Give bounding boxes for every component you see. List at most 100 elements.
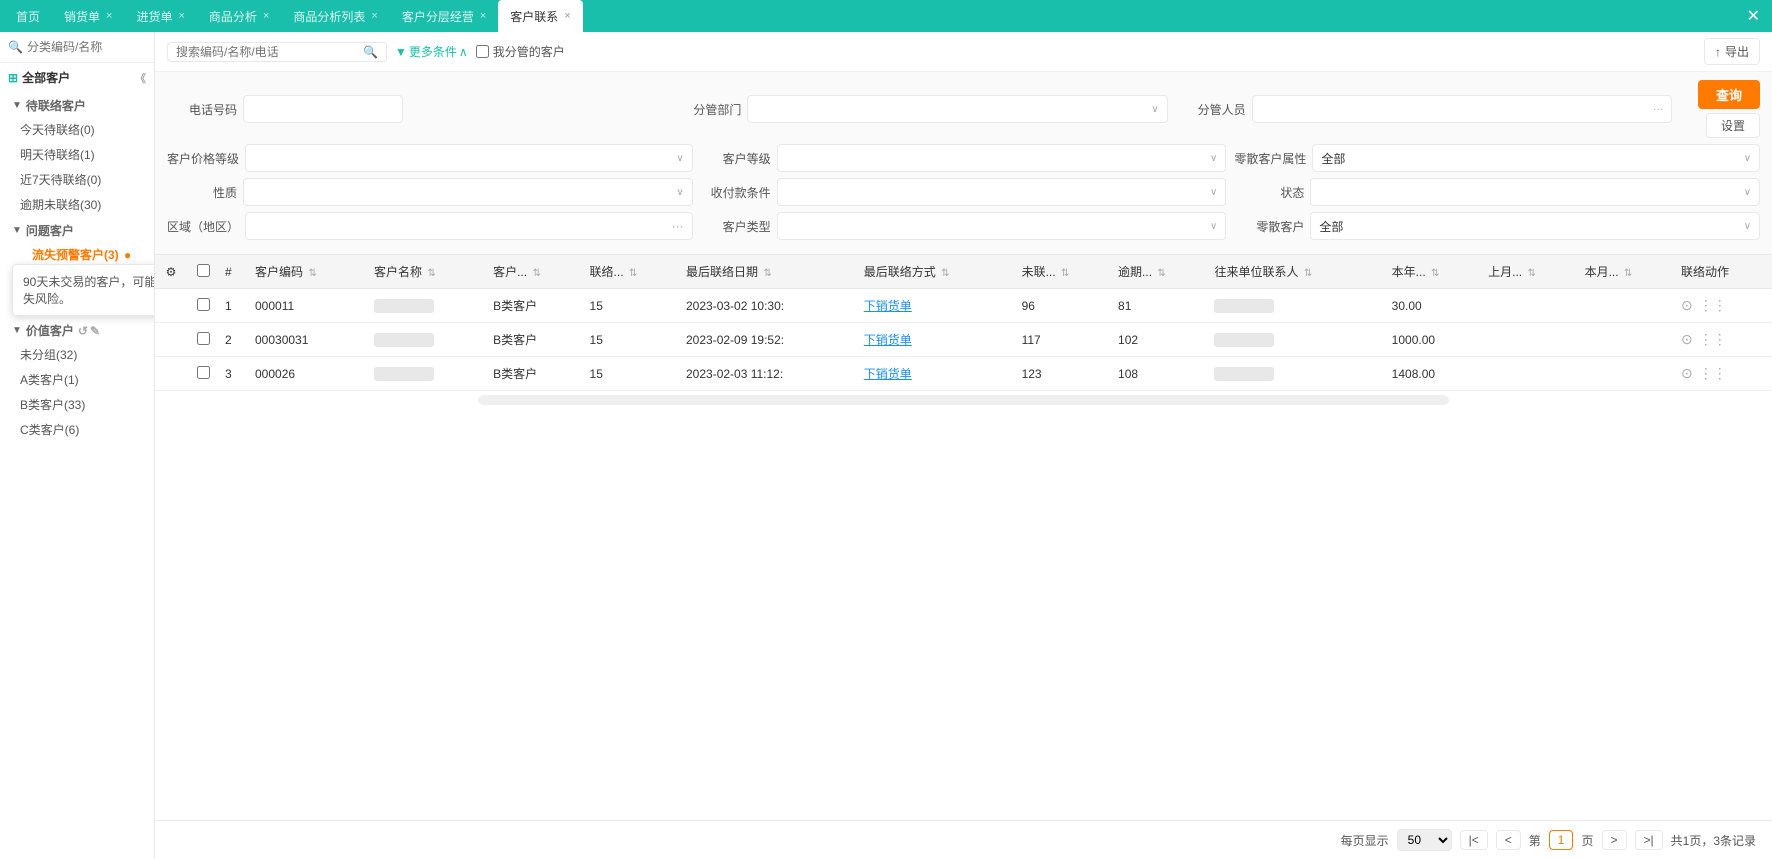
cell-last-date-1: 2023-02-09 19:52: [680,323,858,357]
action-menu-icon-1[interactable]: ⋮⋮ [1699,331,1727,348]
cell-settings-1 [155,323,187,357]
search-icon[interactable]: 🔍 [363,45,378,59]
col-type[interactable]: 客户... ⇅ [487,255,583,289]
action-link-icon-0[interactable]: ⊙ [1681,297,1693,314]
more-conditions-button[interactable]: ▼ 更多条件 ∧ [395,43,468,60]
sidebar-item-overdue[interactable]: 逾期未联络(30) [0,192,154,217]
tab-home[interactable]: 首页 [4,0,52,32]
cell-this-year-2: 1408.00 [1386,357,1482,391]
sidebar-item-a-class[interactable]: A类客户(1) [0,367,154,392]
close-list-tab[interactable]: × [371,10,377,22]
close-sales-tab[interactable]: × [106,10,112,22]
col-code[interactable]: 客户编码 ⇅ [249,255,368,289]
current-page[interactable]: 1 [1549,830,1574,850]
tab-customer-contact[interactable]: 客户联系 × [498,0,582,32]
sidebar-item-c-class[interactable]: C类客户(6) [0,417,154,442]
tab-product-analysis[interactable]: 商品分析 × [197,0,281,32]
action-menu-icon-0[interactable]: ⋮⋮ [1699,297,1727,314]
horizontal-scrollbar[interactable] [478,395,1448,405]
row-checkbox-0[interactable] [197,298,210,311]
settings-button[interactable]: 设置 [1706,113,1760,138]
region-select[interactable]: ··· [245,212,693,240]
cell-name-1 [368,323,487,357]
export-button[interactable]: ↑ 导出 [1704,38,1760,65]
sidebar-item-7days[interactable]: 近7天待联络(0) [0,167,154,192]
first-page-button[interactable]: |< [1460,830,1488,850]
section-arrow: ▼ [12,100,22,111]
col-this-year[interactable]: 本年... ⇅ [1386,255,1482,289]
row-checkbox-1[interactable] [197,332,210,345]
col-company-contact[interactable]: 往来单位联系人 ⇅ [1208,255,1385,289]
sidebar-search-input[interactable] [27,40,146,54]
sidebar-item-ungrouped[interactable]: 未分组(32) [0,342,154,367]
payment-select[interactable]: ∨ [777,178,1227,206]
method-link-2[interactable]: 下销货单 [864,367,912,381]
total-info: 共1页，3条记录 [1671,832,1756,849]
sidebar-item-b-class[interactable]: B类客户(33) [0,392,154,417]
gender-select[interactable]: ∨ [243,178,693,206]
col-last-date[interactable]: 最后联络日期 ⇅ [680,255,858,289]
row-checkbox-2[interactable] [197,366,210,379]
dept-select[interactable]: ∨ [747,95,1167,123]
zero-attr-select[interactable]: 全部 ∨ [1312,144,1760,172]
price-tier-label: 客户价格等级 [167,150,239,167]
type-select[interactable]: ∨ [777,212,1227,240]
query-button[interactable]: 查询 [1698,80,1760,109]
status-select[interactable]: ∨ [1310,178,1760,206]
col-this-month[interactable]: 本月... ⇅ [1579,255,1675,289]
payment-arrow: ∨ [1210,187,1217,198]
method-link-1[interactable]: 下销货单 [864,333,912,347]
data-table: ⚙ # 客户编码 ⇅ 客户名称 ⇅ 客户... ⇅ 联络... ⇅ 最后联络日期… [155,255,1772,391]
prev-page-button[interactable]: < [1496,830,1521,850]
last-page-button[interactable]: >| [1635,830,1663,850]
col-last-method[interactable]: 最后联络方式 ⇅ [858,255,1016,289]
phone-input[interactable] [243,95,403,123]
edit-icon[interactable]: ✎ [90,324,100,338]
my-customers-checkbox[interactable] [476,45,489,58]
select-all-checkbox[interactable] [197,264,210,277]
filter-cell-type: 客户类型 ∨ [701,212,1227,240]
price-tier-select[interactable]: ∨ [245,144,693,172]
sidebar-item-tomorrow[interactable]: 明天待联络(1) [0,142,154,167]
col-last-month[interactable]: 上月... ⇅ [1482,255,1578,289]
zero-attr-arrow: ∨ [1744,153,1751,164]
zero-customer-arrow: ∨ [1744,221,1751,232]
cell-this-month-1 [1579,323,1675,357]
cell-code-0: 000011 [249,289,368,323]
close-contact-tab[interactable]: × [564,10,570,22]
sidebar-all-customers[interactable]: ⊞ 全部客户 《 [0,63,154,92]
section-pending-contact[interactable]: ▼ 待联络客户 [0,92,154,117]
cell-action-1: ⊙ ⋮⋮ [1675,323,1772,357]
col-uncontacted[interactable]: 未联... ⇅ [1016,255,1112,289]
close-analysis-tab[interactable]: × [263,10,269,22]
close-layer-tab[interactable]: × [480,10,486,22]
section-value-customer[interactable]: ▼ 价值客户 ↺ ✎ [0,317,154,342]
type-arrow: ∨ [1210,221,1217,232]
col-settings[interactable]: ⚙ [155,255,187,289]
action-link-icon-1[interactable]: ⊙ [1681,331,1693,348]
close-purchase-tab[interactable]: × [178,10,184,22]
tab-sales[interactable]: 销货单 × [52,0,124,32]
tab-purchase[interactable]: 进货单 × [124,0,196,32]
section-problem-customer[interactable]: ▼ 问题客户 [0,217,154,242]
person-select[interactable]: ··· [1252,95,1672,123]
col-name[interactable]: 客户名称 ⇅ [368,255,487,289]
cell-checkbox-0 [187,289,219,323]
sidebar-item-today[interactable]: 今天待联络(0) [0,117,154,142]
tier-select[interactable]: ∨ [777,144,1227,172]
zero-customer-select[interactable]: 全部 ∨ [1310,212,1760,240]
action-menu-icon-2[interactable]: ⋮⋮ [1699,365,1727,382]
action-link-icon-2[interactable]: ⊙ [1681,365,1693,382]
col-overdue[interactable]: 逾期... ⇅ [1112,255,1208,289]
refresh-icon[interactable]: ↺ [78,324,88,338]
next-page-button[interactable]: > [1602,830,1627,850]
close-window-button[interactable]: ✕ [1747,6,1768,26]
filter-cell-zero-attr: 零散客户属性 全部 ∨ [1234,144,1760,172]
tab-customer-layer[interactable]: 客户分层经营 × [390,0,498,32]
method-link-0[interactable]: 下销货单 [864,299,912,313]
cell-last-method-1: 下销货单 [858,323,1016,357]
tab-product-list[interactable]: 商品分析列表 × [281,0,389,32]
per-page-select[interactable]: 50 20 100 [1397,829,1452,851]
col-contact[interactable]: 联络... ⇅ [584,255,680,289]
search-input[interactable] [176,45,363,59]
